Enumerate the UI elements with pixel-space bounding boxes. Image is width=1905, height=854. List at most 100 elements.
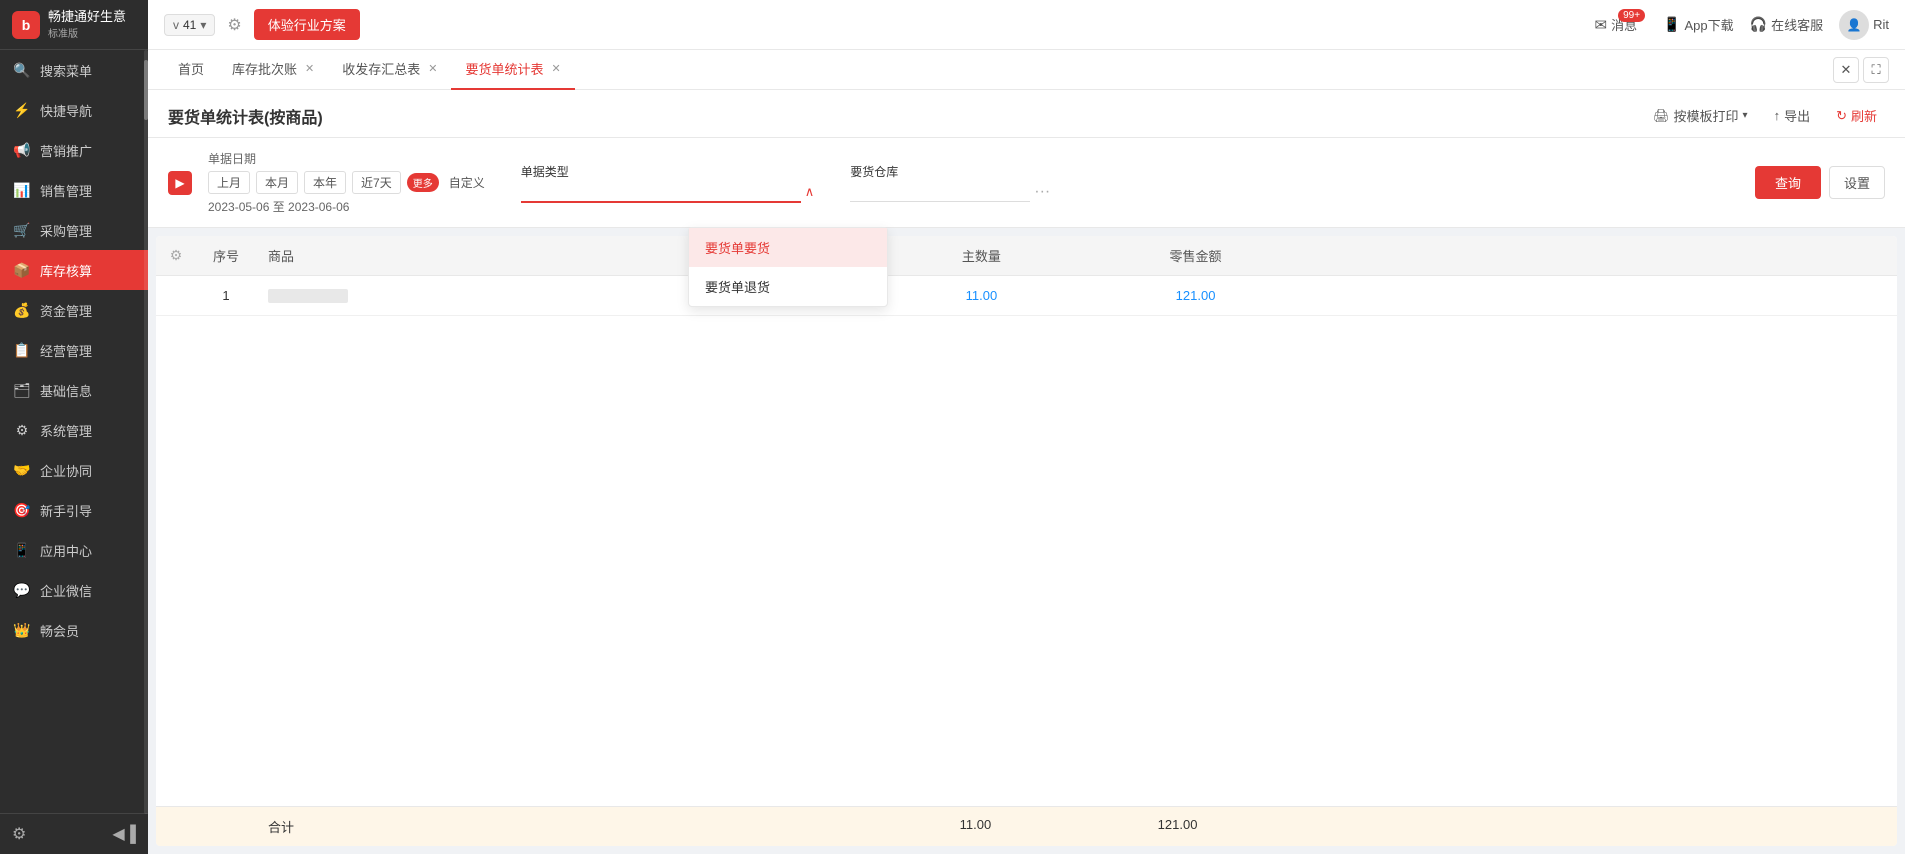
sidebar-item-marketing[interactable]: 📢 营销推广 (0, 130, 148, 170)
logo-icon: b (12, 11, 40, 39)
chevron-down-icon: ▾ (1743, 110, 1748, 121)
print-label: 按模板打印 (1674, 106, 1739, 125)
type-select[interactable]: ∧ (521, 182, 815, 203)
app-center-icon: 📱 (12, 540, 32, 560)
btn-this-year[interactable]: 本年 (304, 171, 346, 194)
refresh-btn[interactable]: ↻ 刷新 (1828, 102, 1885, 129)
sidebar-item-label: 营销推广 (40, 141, 92, 160)
footer-qty: 11.00 (874, 817, 1076, 836)
tab-receive-summary[interactable]: 收发存汇总表 ✕ (328, 50, 451, 90)
amount-link[interactable]: 121.00 (1176, 288, 1216, 303)
sidebar-item-guide[interactable]: 🎯 新手引导 (0, 490, 148, 530)
tabs-close-all-btn[interactable]: ✕ (1833, 57, 1859, 83)
col-settings-header[interactable]: ⚙ (156, 236, 196, 275)
sidebar-item-label: 经营管理 (40, 341, 92, 360)
sidebar-item-search[interactable]: 🔍 搜索菜单 (0, 50, 148, 90)
footer-amount: 121.00 (1077, 817, 1279, 836)
settings-btn[interactable]: 设置 (1829, 166, 1885, 199)
tabs-expand-btn[interactable]: ⛶ (1863, 57, 1889, 83)
expand-icon: ▶ (175, 176, 184, 190)
row-qty[interactable]: 11.00 (874, 276, 1088, 315)
sidebar-item-sales[interactable]: 📊 销售管理 (0, 170, 148, 210)
tab-order-stats[interactable]: 要货单统计表 ✕ (451, 50, 574, 90)
date-buttons: 上月 本月 本年 近7天 更多 自定义 (208, 171, 485, 194)
sidebar-bottom: ⚙ ◀▐ (0, 813, 148, 854)
sidebar-item-inventory[interactable]: 📦 库存核算 (0, 250, 148, 290)
warehouse-input[interactable] (850, 182, 1030, 202)
sidebar-item-quick-nav[interactable]: ⚡ 快捷导航 (0, 90, 148, 130)
dropdown-item-order-goods[interactable]: 要货单要货 (689, 228, 887, 267)
refresh-icon: ↻ (1836, 108, 1847, 124)
messages-btn[interactable]: ✉ 消息 99+ (1594, 15, 1637, 34)
date-more-badge[interactable]: 更多 (407, 173, 439, 192)
tab-home[interactable]: 首页 (164, 50, 218, 90)
tab-home-label: 首页 (178, 59, 204, 78)
type-dropdown: 要货单要货 要货单退货 (688, 227, 888, 307)
version-label: v (173, 18, 179, 32)
table-empty-space (156, 316, 1897, 806)
row-num: 1 (196, 276, 256, 315)
filter-area: ▶ 单据日期 上月 本月 本年 近7天 更多 自定义 2023-05-06 至 … (148, 138, 1905, 228)
export-label: 导出 (1784, 106, 1810, 125)
sidebar-item-purchase[interactable]: 🛒 采购管理 (0, 210, 148, 250)
row-rest (1303, 276, 1897, 315)
gear-settings-icon[interactable]: ⚙ (227, 15, 241, 35)
sidebar-item-enterprise[interactable]: 🤝 企业协同 (0, 450, 148, 490)
messages-badge: 99+ (1618, 9, 1645, 22)
username-label: Rit (1873, 17, 1889, 32)
col-qty-header: 主数量 (874, 236, 1088, 275)
export-btn[interactable]: ↑ 导出 (1766, 102, 1819, 129)
dropdown-item-order-return[interactable]: 要货单退货 (689, 267, 887, 306)
header-right: ✉ 消息 99+ 📱 App下载 🎧 在线客服 👤 Rit (1594, 10, 1889, 40)
customer-service-label: 在线客服 (1771, 15, 1823, 34)
collapse-icon[interactable]: ◀▐ (112, 824, 136, 844)
tabs-end-buttons: ✕ ⛶ (1833, 57, 1889, 83)
search-icon: 🔍 (12, 60, 32, 80)
tabs-bar: 首页 库存批次账 ✕ 收发存汇总表 ✕ 要货单统计表 ✕ ✕ ⛶ (148, 50, 1905, 90)
query-btn[interactable]: 查询 (1755, 166, 1821, 199)
sidebar-logo: b 畅捷通好生意 标准版 (0, 0, 148, 50)
print-icon: 🖨 (1653, 108, 1670, 124)
type-label: 单据类型 (521, 163, 815, 180)
col-amount-header: 零售金额 (1089, 236, 1303, 275)
sidebar-item-operations[interactable]: 📋 经营管理 (0, 330, 148, 370)
table-settings-icon[interactable]: ⚙ (170, 247, 183, 264)
sidebar-item-system[interactable]: ⚙ 系统管理 (0, 410, 148, 450)
tab-close-order[interactable]: ✕ (552, 62, 561, 75)
sales-icon: 📊 (12, 180, 32, 200)
sidebar-item-app-center[interactable]: 📱 应用中心 (0, 530, 148, 570)
tab-inventory-batch[interactable]: 库存批次账 ✕ (218, 50, 328, 90)
sidebar-item-finance[interactable]: 💰 资金管理 (0, 290, 148, 330)
custom-date-label[interactable]: 自定义 (449, 174, 485, 191)
row-amount[interactable]: 121.00 (1089, 276, 1303, 315)
header-left: v 41 ▾ ⚙ 体验行业方案 (164, 9, 360, 40)
qty-link[interactable]: 11.00 (966, 288, 998, 303)
sidebar-item-membership[interactable]: 👑 畅会员 (0, 610, 148, 650)
customer-service-btn[interactable]: 🎧 在线客服 (1750, 15, 1823, 34)
sidebar-item-wechat[interactable]: 💬 企业微信 (0, 570, 148, 610)
btn-last-7days[interactable]: 近7天 (352, 171, 401, 194)
enterprise-icon: 🤝 (12, 460, 32, 480)
table-header: ⚙ 序号 商品 主计量单位 主数量 零售金额 (156, 236, 1897, 276)
version-number: 41 (183, 18, 196, 32)
industry-btn[interactable]: 体验行业方案 (254, 9, 360, 40)
sidebar-item-label: 畅会员 (40, 621, 79, 640)
app-download-btn[interactable]: 📱 App下载 (1663, 15, 1734, 34)
sidebar-item-basics[interactable]: 🗂 基础信息 (0, 370, 148, 410)
warehouse-more-btn[interactable]: ··· (1034, 183, 1050, 201)
page-header-actions: 🖨 按模板打印 ▾ ↑ 导出 ↻ 刷新 (1645, 102, 1885, 129)
tab-close-receive[interactable]: ✕ (428, 62, 437, 75)
btn-last-month[interactable]: 上月 (208, 171, 250, 194)
type-select-arrow[interactable]: ∧ (805, 184, 815, 200)
quick-nav-icon: ⚡ (12, 100, 32, 120)
type-input[interactable] (521, 182, 801, 203)
btn-this-month[interactable]: 本月 (256, 171, 298, 194)
col-product-header: 商品 (256, 236, 660, 275)
user-profile-btn[interactable]: 👤 Rit (1839, 10, 1889, 40)
version-selector[interactable]: v 41 ▾ (164, 14, 215, 36)
filter-expand-btn[interactable]: ▶ (168, 171, 192, 195)
page-content: 要货单统计表(按商品) 🖨 按模板打印 ▾ ↑ 导出 ↻ 刷新 (148, 90, 1905, 854)
settings-icon[interactable]: ⚙ (12, 824, 26, 844)
print-btn[interactable]: 🖨 按模板打印 ▾ (1645, 102, 1756, 129)
tab-close-inventory[interactable]: ✕ (305, 62, 314, 75)
